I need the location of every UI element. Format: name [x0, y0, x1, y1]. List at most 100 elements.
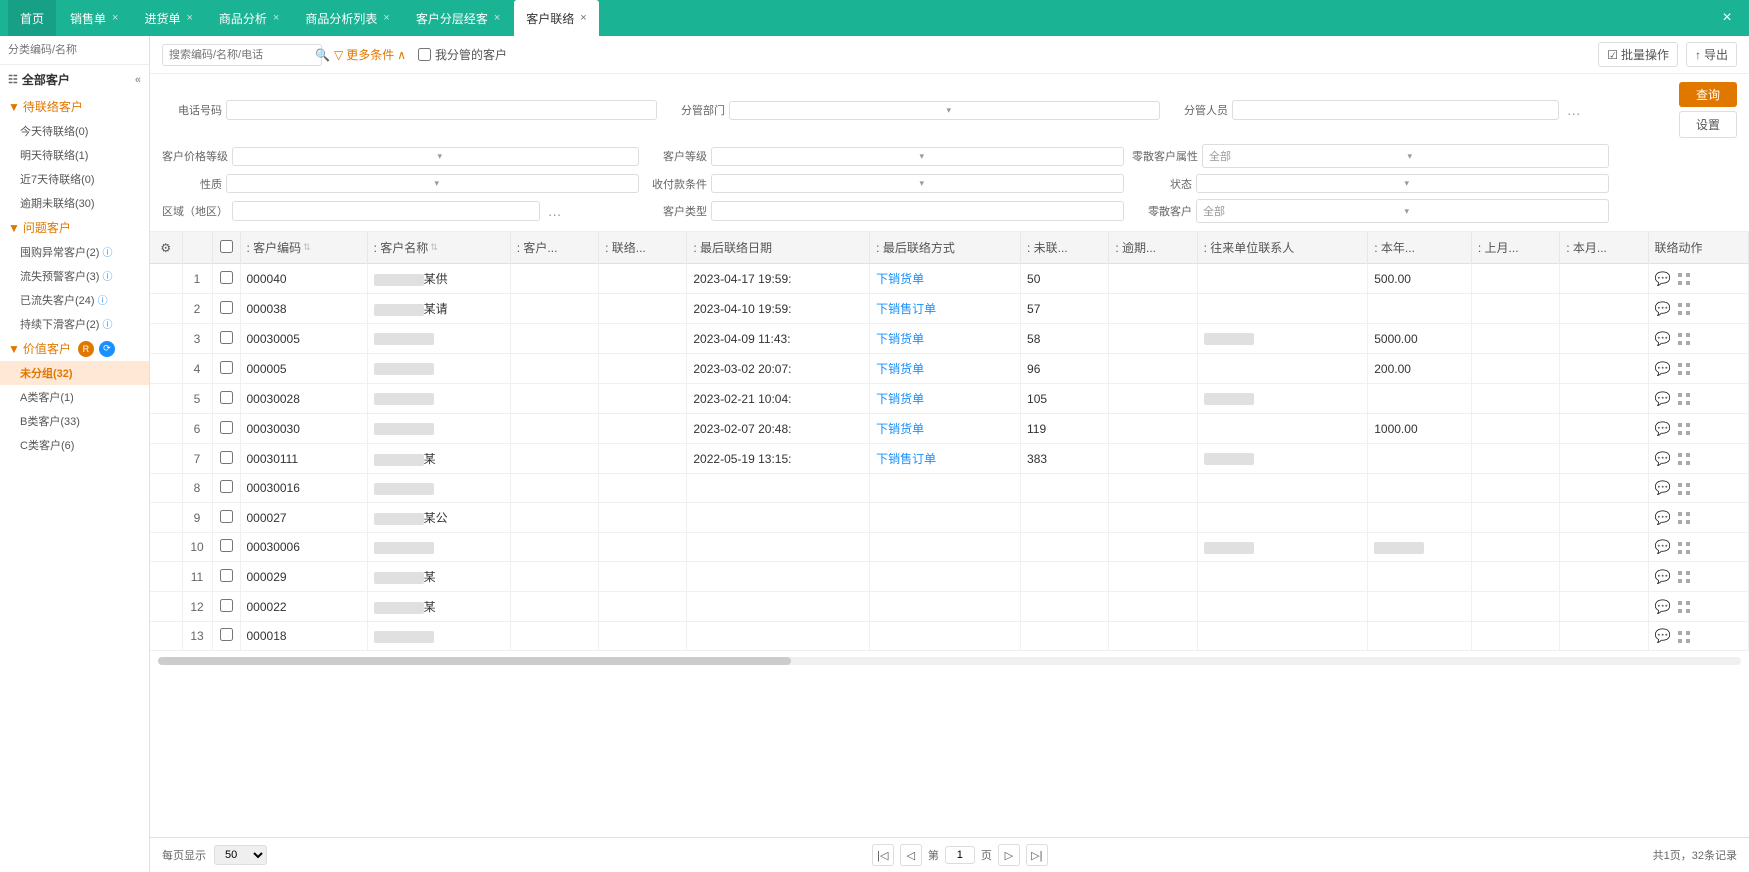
next-page-button[interactable]: ▷ [998, 844, 1020, 866]
filter-retail-customer-select[interactable]: 全部 ▾ [1196, 199, 1609, 223]
more-filter-button[interactable]: ▽ 更多条件 ∧ [330, 44, 410, 65]
contact-type-link[interactable]: 下销货单 [876, 392, 924, 406]
row-checkbox[interactable] [220, 480, 233, 493]
message-icon[interactable]: 💬 [1655, 510, 1671, 526]
filter-status-select[interactable]: ▾ [1196, 174, 1609, 193]
filter-customer-type-input[interactable] [711, 201, 1124, 221]
batch-operation-button[interactable]: ☑ 批量操作 [1598, 42, 1678, 67]
sidebar-group-problem-customers[interactable]: ▼ 问题客户 [0, 215, 149, 240]
filter-phone-input[interactable] [226, 100, 657, 120]
message-icon[interactable]: 💬 [1655, 480, 1671, 496]
tab-product-analysis-list-close[interactable]: × [383, 12, 389, 24]
sidebar-search-input[interactable] [8, 44, 150, 56]
th-last-contact-type[interactable]: : 最后联络方式 [870, 232, 1021, 264]
sidebar-item-ungroup[interactable]: 未分组(32) [0, 361, 149, 385]
grid-action-icon[interactable]: ​ [1677, 480, 1691, 496]
message-icon[interactable]: 💬 [1655, 391, 1671, 407]
grid-action-icon[interactable]: ​ [1677, 628, 1691, 644]
sidebar-item-overdue-pending[interactable]: 逾期未联络(30) [0, 191, 149, 215]
query-button[interactable]: 查询 [1679, 82, 1737, 107]
row-checkbox[interactable] [220, 421, 233, 434]
row-checkbox[interactable] [220, 361, 233, 374]
page-number-input[interactable] [945, 846, 975, 864]
region-more-icon[interactable]: … [548, 203, 562, 219]
grid-action-icon[interactable]: ​ [1677, 599, 1691, 615]
contact-type-link[interactable]: 下销货单 [876, 332, 924, 346]
sidebar-item-loss-warning[interactable]: 流失预警客户(3) ⓘ [0, 264, 149, 288]
search-input[interactable] [169, 49, 311, 61]
contact-type-link[interactable]: 下销货单 [876, 362, 924, 376]
grid-action-icon[interactable]: ​ [1677, 510, 1691, 526]
message-icon[interactable]: 💬 [1655, 301, 1671, 317]
sidebar-item-tomorrow-pending[interactable]: 明天待联络(1) [0, 143, 149, 167]
horizontal-scrollbar[interactable] [150, 651, 1749, 671]
contact-type-link[interactable]: 下销货单 [876, 422, 924, 436]
grid-action-icon[interactable]: ​ [1677, 569, 1691, 585]
th-this-year[interactable]: : 本年... [1368, 232, 1472, 264]
sidebar-item-declining[interactable]: 持续下滑客户(2) ⓘ [0, 312, 149, 336]
th-customer-name[interactable]: : 客户名称 ⇅ [367, 232, 510, 264]
tab-purchase[interactable]: 进货单 × [132, 0, 204, 36]
filter-region-input[interactable] [232, 201, 540, 221]
tab-customer-seg[interactable]: 客户分层经客 × [404, 0, 512, 36]
last-page-button[interactable]: ▷| [1026, 844, 1048, 866]
grid-action-icon[interactable]: ​ [1677, 301, 1691, 317]
row-checkbox[interactable] [220, 331, 233, 344]
filter-retail-attr-select[interactable]: 全部 ▾ [1202, 144, 1609, 168]
row-checkbox[interactable] [220, 301, 233, 314]
row-checkbox[interactable] [220, 451, 233, 464]
tab-customer-contact-close[interactable]: × [580, 12, 586, 24]
row-checkbox[interactable] [220, 391, 233, 404]
tab-product-analysis-close[interactable]: × [273, 12, 279, 24]
message-icon[interactable]: 💬 [1655, 569, 1671, 585]
th-settings[interactable]: ⚙ [150, 232, 182, 264]
message-icon[interactable]: 💬 [1655, 599, 1671, 615]
filter-price-level-select[interactable]: ▾ [232, 147, 639, 166]
contact-type-link[interactable]: 下销售订单 [876, 302, 936, 316]
th-last-month[interactable]: : 上月... [1471, 232, 1559, 264]
th-not-contact[interactable]: : 未联... [1021, 232, 1109, 264]
th-customer-code[interactable]: : 客户编码 ⇅ [240, 232, 367, 264]
message-icon[interactable]: 💬 [1655, 331, 1671, 347]
th-overdue[interactable]: : 逾期... [1109, 232, 1197, 264]
tab-product-analysis-list[interactable]: 商品分析列表 × [293, 0, 401, 36]
th-last-contact-date[interactable]: : 最后联络日期 [687, 232, 870, 264]
contact-type-link[interactable]: 下销货单 [876, 272, 924, 286]
grid-action-icon[interactable]: ​ [1677, 391, 1691, 407]
tab-purchase-close[interactable]: × [186, 12, 192, 24]
filter-customer-level-select[interactable]: ▾ [711, 147, 1124, 166]
my-customers-checkbox[interactable] [418, 48, 431, 61]
th-checkbox[interactable] [212, 232, 240, 264]
sidebar-group-pending-contact[interactable]: ▼ 待联络客户 [0, 94, 149, 119]
sidebar-item-class-b[interactable]: B类客户(33) [0, 409, 149, 433]
grid-action-icon[interactable]: ​ [1677, 421, 1691, 437]
grid-action-icon[interactable]: ​ [1677, 539, 1691, 555]
tab-sales[interactable]: 销售单 × [58, 0, 130, 36]
filter-dept-select[interactable]: ▾ [729, 101, 1160, 120]
row-checkbox[interactable] [220, 569, 233, 582]
app-close-button[interactable]: × [1713, 4, 1741, 32]
tab-product-analysis[interactable]: 商品分析 × [207, 0, 291, 36]
sidebar-item-class-a[interactable]: A类客户(1) [0, 385, 149, 409]
filter-manager-input[interactable] [1232, 100, 1559, 120]
my-customers-toggle[interactable]: 我分管的客户 [418, 46, 507, 63]
sidebar-item-today-pending[interactable]: 今天待联络(0) [0, 119, 149, 143]
row-checkbox[interactable] [220, 510, 233, 523]
sidebar-item-class-c[interactable]: C类客户(6) [0, 433, 149, 457]
th-this-month[interactable]: : 本月... [1560, 232, 1648, 264]
message-icon[interactable]: 💬 [1655, 271, 1671, 287]
sidebar-item-week-pending[interactable]: 近7天待联络(0) [0, 167, 149, 191]
per-page-select[interactable]: 50 100 200 [214, 845, 267, 865]
row-checkbox[interactable] [220, 539, 233, 552]
message-icon[interactable]: 💬 [1655, 628, 1671, 644]
tab-sales-close[interactable]: × [112, 12, 118, 24]
th-customer-type[interactable]: : 客户... [510, 232, 598, 264]
message-icon[interactable]: 💬 [1655, 421, 1671, 437]
grid-action-icon[interactable]: ​ [1677, 361, 1691, 377]
sidebar-collapse-icon[interactable]: « [135, 74, 141, 86]
grid-action-icon[interactable]: ​ [1677, 271, 1691, 287]
tab-customer-contact[interactable]: 客户联络 × [514, 0, 598, 36]
grid-action-icon[interactable]: ​ [1677, 331, 1691, 347]
sidebar-item-abnormal-purchase[interactable]: 囤购异常客户(2) ⓘ [0, 240, 149, 264]
filter-payment-select[interactable]: ▾ [711, 174, 1124, 193]
